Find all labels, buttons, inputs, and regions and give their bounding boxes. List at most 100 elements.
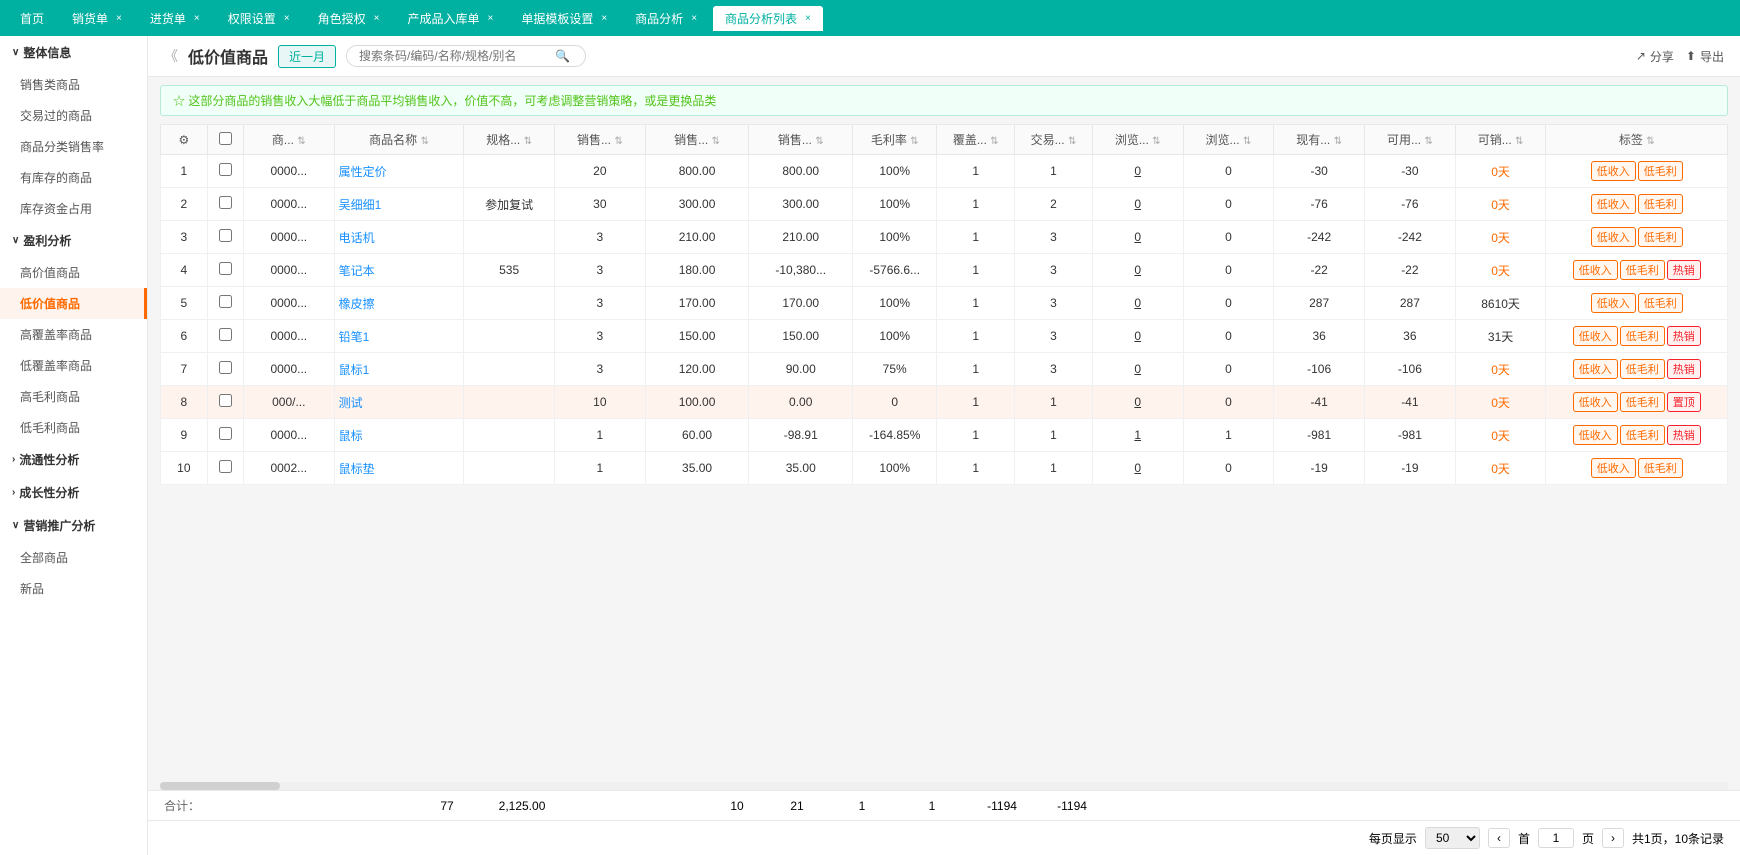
row-view1[interactable]: 0 bbox=[1092, 155, 1183, 188]
close-icon[interactable]: × bbox=[374, 13, 380, 24]
row-view1[interactable]: 0 bbox=[1092, 188, 1183, 221]
sidebar-item-low-margin[interactable]: 低毛利商品 bbox=[0, 412, 147, 443]
col-view1[interactable]: 浏览... ⇅ bbox=[1092, 125, 1183, 155]
view1-link[interactable]: 0 bbox=[1134, 197, 1141, 211]
nav-products-inbound[interactable]: 产成品入库单× bbox=[395, 6, 505, 31]
search-input[interactable] bbox=[359, 49, 549, 63]
row-name[interactable]: 属性定价 bbox=[334, 155, 464, 188]
row-view1[interactable]: 0 bbox=[1092, 221, 1183, 254]
row-name[interactable]: 吴细细1 bbox=[334, 188, 464, 221]
sidebar-item-low-value[interactable]: 低价值商品 bbox=[0, 288, 147, 319]
col-sellable[interactable]: 可销... ⇅ bbox=[1455, 125, 1546, 155]
sidebar-item-all-goods[interactable]: 全部商品 bbox=[0, 542, 147, 573]
row-name[interactable]: 鼠标 bbox=[334, 419, 464, 452]
view1-link[interactable]: 0 bbox=[1134, 329, 1141, 343]
filter-btn[interactable]: 近一月 bbox=[278, 45, 336, 68]
col-stock1[interactable]: 现有... ⇅ bbox=[1274, 125, 1365, 155]
nav-purchase[interactable]: 进货单× bbox=[138, 6, 212, 31]
row-view1[interactable]: 0 bbox=[1092, 353, 1183, 386]
nav-template-settings[interactable]: 单据模板设置× bbox=[509, 6, 619, 31]
row-name[interactable]: 测试 bbox=[334, 386, 464, 419]
collapse-btn[interactable]: 《 bbox=[164, 46, 178, 66]
row-view1[interactable]: 1 bbox=[1092, 419, 1183, 452]
view1-link[interactable]: 0 bbox=[1134, 164, 1141, 178]
view1-link[interactable]: 0 bbox=[1134, 230, 1141, 244]
check-all-checkbox[interactable] bbox=[219, 132, 232, 145]
col-tags[interactable]: 标签 ⇅ bbox=[1546, 125, 1728, 155]
nav-product-analysis-list[interactable]: 商品分析列表× bbox=[713, 6, 823, 31]
sidebar-item-sales-goods[interactable]: 销售类商品 bbox=[0, 69, 147, 100]
close-icon[interactable]: × bbox=[487, 13, 493, 24]
share-btn[interactable]: ↗ 分享 bbox=[1636, 48, 1674, 65]
col-spec[interactable]: 规格... ⇅ bbox=[464, 125, 555, 155]
view1-link[interactable]: 1 bbox=[1134, 428, 1141, 442]
row-check[interactable] bbox=[207, 386, 243, 419]
col-view2[interactable]: 浏览... ⇅ bbox=[1183, 125, 1274, 155]
sidebar-group-profit[interactable]: ∨盈利分析 bbox=[0, 224, 147, 257]
row-view1[interactable]: 0 bbox=[1092, 452, 1183, 485]
view1-link[interactable]: 0 bbox=[1134, 362, 1141, 376]
col-sale-amount[interactable]: 销售... ⇅ bbox=[749, 125, 853, 155]
row-name[interactable]: 笔记本 bbox=[334, 254, 464, 287]
col-sale-price[interactable]: 销售... ⇅ bbox=[645, 125, 749, 155]
col-stock2[interactable]: 可用... ⇅ bbox=[1365, 125, 1456, 155]
col-check-all[interactable] bbox=[207, 125, 243, 155]
sidebar-item-high-coverage[interactable]: 高覆盖率商品 bbox=[0, 319, 147, 350]
row-check[interactable] bbox=[207, 287, 243, 320]
row-check[interactable] bbox=[207, 419, 243, 452]
sidebar-item-stock-goods[interactable]: 有库存的商品 bbox=[0, 162, 147, 193]
row-name[interactable]: 电话机 bbox=[334, 221, 464, 254]
horizontal-scrollbar[interactable] bbox=[160, 782, 1728, 790]
sidebar-group-marketing[interactable]: ∨营销推广分析 bbox=[0, 509, 147, 542]
row-view1[interactable]: 0 bbox=[1092, 320, 1183, 353]
row-name[interactable]: 铅笔1 bbox=[334, 320, 464, 353]
next-page-btn[interactable]: › bbox=[1602, 828, 1624, 848]
col-trade[interactable]: 交易... ⇅ bbox=[1015, 125, 1093, 155]
sidebar-item-high-margin[interactable]: 高毛利商品 bbox=[0, 381, 147, 412]
view1-link[interactable]: 0 bbox=[1134, 395, 1141, 409]
view1-link[interactable]: 0 bbox=[1134, 296, 1141, 310]
col-cover[interactable]: 覆盖... ⇅ bbox=[937, 125, 1015, 155]
close-icon[interactable]: × bbox=[691, 13, 697, 24]
row-view1[interactable]: 0 bbox=[1092, 287, 1183, 320]
col-settings[interactable]: ⚙ bbox=[161, 125, 208, 155]
nav-sales[interactable]: 销货单× bbox=[60, 6, 134, 31]
nav-roles[interactable]: 角色授权× bbox=[306, 6, 392, 31]
col-margin[interactable]: 毛利率 ⇅ bbox=[853, 125, 937, 155]
scrollbar-thumb[interactable] bbox=[160, 782, 280, 790]
row-view1[interactable]: 0 bbox=[1092, 386, 1183, 419]
page-size-select[interactable]: 50 100 bbox=[1425, 827, 1480, 849]
sidebar-group-overall[interactable]: ∨整体信息 bbox=[0, 36, 147, 69]
sidebar-item-category-rate[interactable]: 商品分类销售率 bbox=[0, 131, 147, 162]
sidebar-group-growth[interactable]: ›成长性分析 bbox=[0, 476, 147, 509]
row-check[interactable] bbox=[207, 452, 243, 485]
close-icon[interactable]: × bbox=[601, 13, 607, 24]
nav-home[interactable]: 首页 bbox=[8, 6, 56, 31]
row-check[interactable] bbox=[207, 320, 243, 353]
page-input[interactable] bbox=[1538, 828, 1574, 848]
row-check[interactable] bbox=[207, 254, 243, 287]
row-view1[interactable]: 0 bbox=[1092, 254, 1183, 287]
nav-permissions[interactable]: 权限设置× bbox=[216, 6, 302, 31]
view1-link[interactable]: 0 bbox=[1134, 263, 1141, 277]
export-btn[interactable]: ⬆ 导出 bbox=[1686, 48, 1724, 65]
row-check[interactable] bbox=[207, 221, 243, 254]
col-sale-qty[interactable]: 销售... ⇅ bbox=[554, 125, 645, 155]
sidebar-group-circulation[interactable]: ›流通性分析 bbox=[0, 443, 147, 476]
nav-product-analysis[interactable]: 商品分析× bbox=[623, 6, 709, 31]
sidebar-item-new-goods[interactable]: 新品 bbox=[0, 573, 147, 604]
close-icon[interactable]: × bbox=[284, 13, 290, 24]
row-name[interactable]: 鼠标垫 bbox=[334, 452, 464, 485]
row-check[interactable] bbox=[207, 155, 243, 188]
sidebar-item-capital[interactable]: 库存资金占用 bbox=[0, 193, 147, 224]
view1-link[interactable]: 0 bbox=[1134, 461, 1141, 475]
first-page-btn[interactable]: ‹ bbox=[1488, 828, 1510, 848]
close-icon[interactable]: × bbox=[194, 13, 200, 24]
sidebar-item-low-coverage[interactable]: 低覆盖率商品 bbox=[0, 350, 147, 381]
table-container[interactable]: ⚙ 商... ⇅ 商品名称 ⇅ 规格... ⇅ 销售... ⇅ 销售... ⇅ … bbox=[160, 124, 1728, 782]
search-icon[interactable]: 🔍 bbox=[555, 49, 570, 63]
row-check[interactable] bbox=[207, 188, 243, 221]
sidebar-item-traded-goods[interactable]: 交易过的商品 bbox=[0, 100, 147, 131]
row-check[interactable] bbox=[207, 353, 243, 386]
row-name[interactable]: 橡皮擦 bbox=[334, 287, 464, 320]
